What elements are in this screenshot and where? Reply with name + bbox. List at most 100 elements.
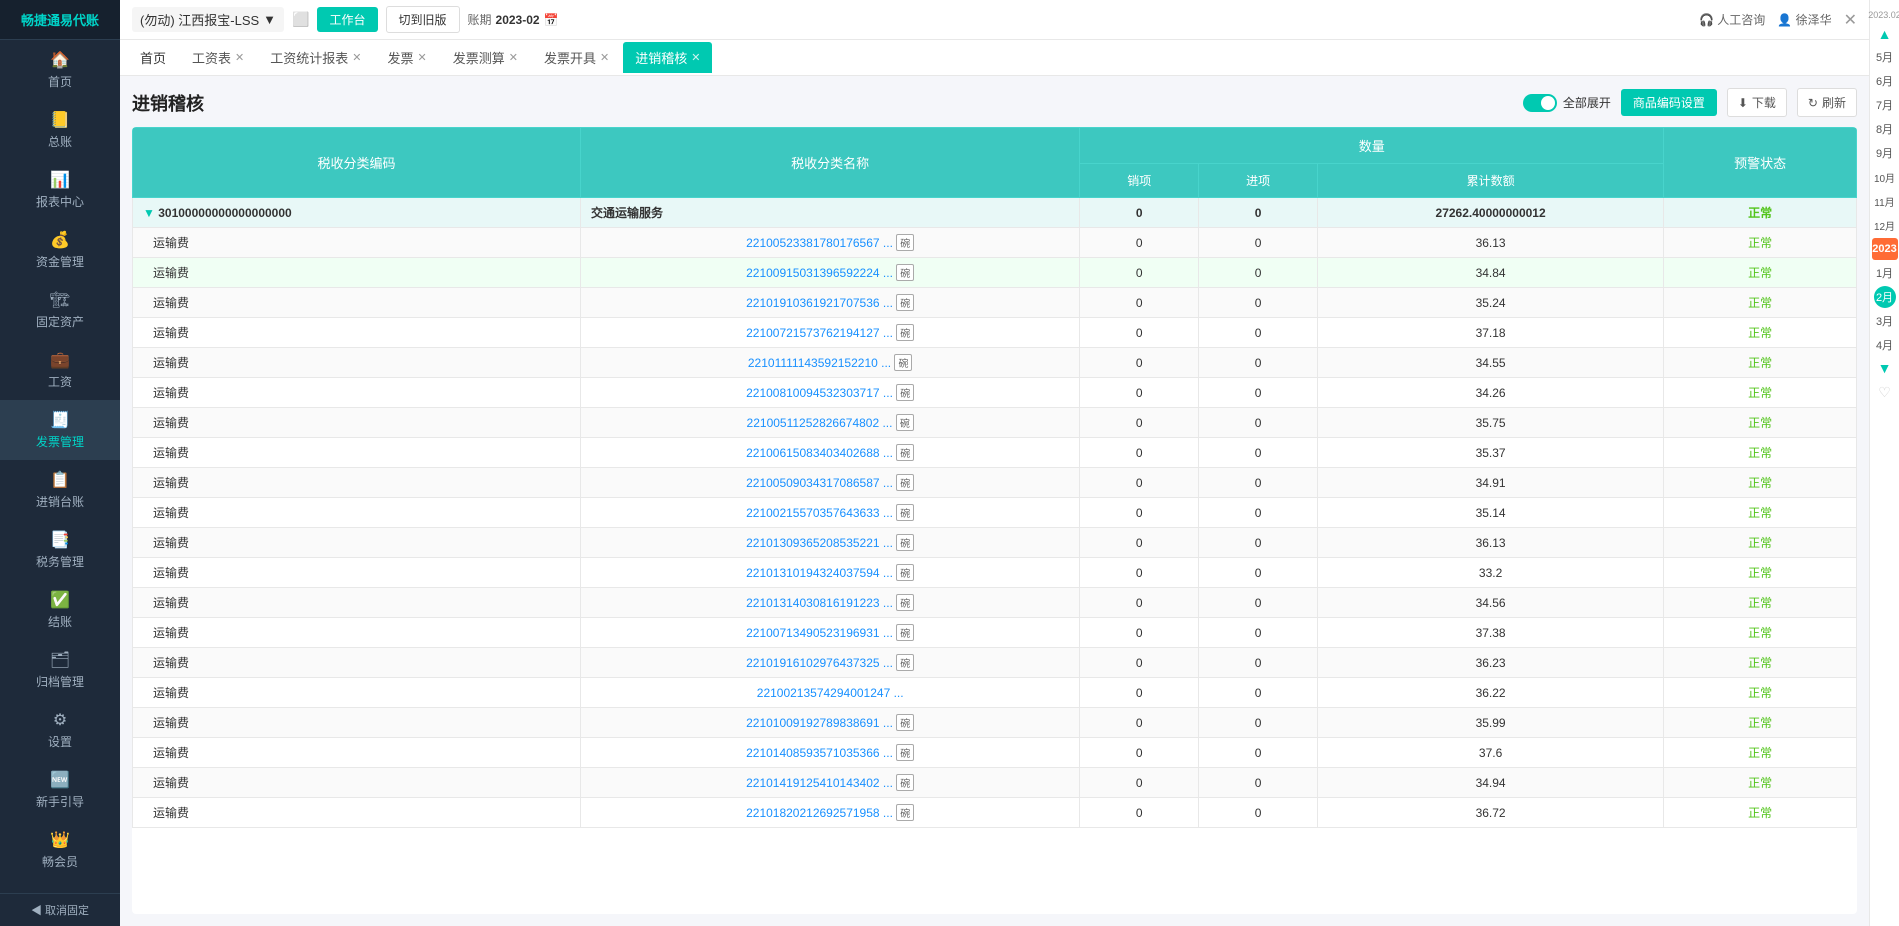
invoice-code[interactable]: 22101408593571035366 ... 碗 (581, 738, 1080, 768)
item-status: 正常 (1664, 528, 1857, 558)
group-cumulative: 27262.40000000012 (1318, 198, 1664, 228)
collapse-icon[interactable]: ▼ (143, 206, 155, 220)
calendar-icon[interactable]: 📅 (544, 13, 559, 27)
invoice-code[interactable]: 22100215570357643633 ... 碗 (581, 498, 1080, 528)
item-sales: 0 (1080, 288, 1199, 318)
invoice-code[interactable]: 22100713490523196931 ... 碗 (581, 618, 1080, 648)
invoice-code[interactable]: 22101314030816191223 ... 碗 (581, 588, 1080, 618)
sidebar-item-asset[interactable]: 🏗 固定资产 (0, 280, 120, 340)
refresh-button[interactable]: ↻ 刷新 (1797, 88, 1857, 117)
item-sales: 0 (1080, 408, 1199, 438)
table-row: 运输费 22100615083403402688 ... 碗 0 0 35.37… (133, 438, 1857, 468)
sidebar-item-tax[interactable]: 📑 税务管理 (0, 520, 120, 580)
item-name: 运输费 (133, 468, 581, 498)
sidebar-item-ledger[interactable]: 📒 总账 (0, 100, 120, 160)
item-name: 运输费 (133, 738, 581, 768)
invoice-code[interactable]: 22101910361921707536 ... 碗 (581, 288, 1080, 318)
invoice-code[interactable]: 22100810094532303717 ... 碗 (581, 378, 1080, 408)
tab-salary[interactable]: 工资表 ✕ (180, 42, 256, 73)
item-name: 运输费 (133, 378, 581, 408)
month-1[interactable]: 1月 (1872, 262, 1898, 284)
tab-invoice-open[interactable]: 发票开具 ✕ (532, 42, 621, 73)
month-12[interactable]: 12月 (1872, 214, 1898, 236)
month-9[interactable]: 9月 (1872, 142, 1898, 164)
arrow-down-icon[interactable]: ▼ (1876, 358, 1894, 378)
sidebar-item-report[interactable]: 📊 报表中心 (0, 160, 120, 220)
month-8[interactable]: 8月 (1872, 118, 1898, 140)
setting-icon: ⚙ (53, 710, 67, 730)
item-cumulative: 34.94 (1318, 768, 1664, 798)
tab-close-invoice[interactable]: ✕ (418, 51, 427, 64)
switch-version-button[interactable]: 切到旧版 (386, 6, 460, 33)
heart-icon[interactable]: ♡ (1878, 384, 1891, 401)
arrow-up-icon[interactable]: ▲ (1876, 24, 1894, 44)
item-status: 正常 (1664, 768, 1857, 798)
invoice-code[interactable]: 22100523381780176567 ... 碗 (581, 228, 1080, 258)
month-7[interactable]: 7月 (1872, 94, 1898, 116)
download-button[interactable]: ⬇ 下载 (1727, 88, 1787, 117)
tab-close-invoice-open[interactable]: ✕ (600, 51, 609, 64)
item-sales: 0 (1080, 438, 1199, 468)
tab-close-invoice-calc[interactable]: ✕ (509, 51, 518, 64)
app-logo: 畅捷通易代账 (0, 0, 120, 40)
invoice-code[interactable]: 22101820212692571958 ... 碗 (581, 798, 1080, 828)
copy-icon[interactable]: ⬜ (292, 11, 309, 28)
month-10[interactable]: 10月 (1872, 166, 1898, 188)
sidebar-item-invoice-mgmt[interactable]: 🧾 发票管理 (0, 400, 120, 460)
invoice-code[interactable]: 22101009192789838691 ... 碗 (581, 708, 1080, 738)
wan-tag: 碗 (896, 414, 914, 431)
invoice-code[interactable]: 22101111143592152210 ... 碗 (581, 348, 1080, 378)
tab-close-salary[interactable]: ✕ (235, 51, 244, 64)
item-status: 正常 (1664, 348, 1857, 378)
sidebar-item-archive[interactable]: 🗂 归档管理 (0, 640, 120, 700)
user-info[interactable]: 👤 徐泽华 (1777, 11, 1831, 28)
invoice-code[interactable]: 22101310194324037594 ... 碗 (581, 558, 1080, 588)
expand-toggle[interactable] (1523, 94, 1557, 112)
header-actions: 全部展开 商品编码设置 ⬇ 下载 ↻ 刷新 (1523, 88, 1857, 117)
service-label[interactable]: 🎧 人工咨询 (1699, 11, 1765, 28)
month-3[interactable]: 3月 (1872, 310, 1898, 332)
table-row: 运输费 22100215570357643633 ... 碗 0 0 35.14… (133, 498, 1857, 528)
tab-close-reconcile[interactable]: ✕ (691, 51, 700, 64)
product-code-setting-button[interactable]: 商品编码设置 (1621, 89, 1717, 116)
unpin-button[interactable]: ◀ 取消固定 (0, 893, 120, 926)
invoice-code[interactable]: 22100511252826674802 ... 碗 (581, 408, 1080, 438)
tab-home[interactable]: 首页 (128, 42, 178, 73)
tab-reconcile[interactable]: 进销稽核 ✕ (623, 42, 712, 73)
settle-icon: ✅ (50, 590, 70, 610)
invoice-code[interactable]: 22100615083403402688 ... 碗 (581, 438, 1080, 468)
sidebar-item-setting[interactable]: ⚙ 设置 (0, 700, 120, 760)
invoice-code[interactable]: 22101419125410143402 ... 碗 (581, 768, 1080, 798)
sidebar-item-fund[interactable]: 💰 资金管理 (0, 220, 120, 280)
invoice-code[interactable]: 22101916102976437325 ... 碗 (581, 648, 1080, 678)
sidebar-item-home[interactable]: 🏠 首页 (0, 40, 120, 100)
month-2-active[interactable]: 2月 (1874, 286, 1896, 308)
invoice-mgmt-icon: 🧾 (50, 410, 70, 430)
tab-salary-stat[interactable]: 工资统计报表 ✕ (258, 42, 373, 73)
month-11[interactable]: 11月 (1872, 190, 1898, 212)
sidebar-item-guide[interactable]: 🆕 新手引导 (0, 760, 120, 820)
sidebar-item-settle[interactable]: ✅ 结账 (0, 580, 120, 640)
sidebar-item-purchase-sale[interactable]: 📋 进销台账 (0, 460, 120, 520)
item-sales: 0 (1080, 378, 1199, 408)
close-icon[interactable]: ✕ (1844, 10, 1857, 30)
invoice-code[interactable]: 22100509034317086587 ... 碗 (581, 468, 1080, 498)
workbench-button[interactable]: 工作台 (317, 7, 377, 32)
company-selector[interactable]: (勿动) 江西报宝-LSS ▼ (132, 7, 284, 32)
tab-invoice-calc[interactable]: 发票测算 ✕ (441, 42, 530, 73)
month-6[interactable]: 6月 (1872, 70, 1898, 92)
invoice-code[interactable]: 22101309365208535221 ... 碗 (581, 528, 1080, 558)
period-label: 账期 2023-02 📅 (468, 11, 559, 28)
invoice-code[interactable]: 22100213574294001247 ... (581, 678, 1080, 708)
sidebar-item-salary[interactable]: 💼 工资 (0, 340, 120, 400)
invoice-code[interactable]: 22100721573762194127 ... 碗 (581, 318, 1080, 348)
month-5[interactable]: 5月 (1872, 46, 1898, 68)
item-purchase: 0 (1199, 618, 1318, 648)
item-purchase: 0 (1199, 408, 1318, 438)
sidebar-item-member[interactable]: 👑 畅会员 (0, 820, 120, 880)
tab-close-salary-stat[interactable]: ✕ (352, 51, 361, 64)
invoice-code[interactable]: 22100915031396592224 ... 碗 (581, 258, 1080, 288)
tab-invoice[interactable]: 发票 ✕ (375, 42, 438, 73)
month-4[interactable]: 4月 (1872, 334, 1898, 356)
group-sales: 0 (1080, 198, 1199, 228)
